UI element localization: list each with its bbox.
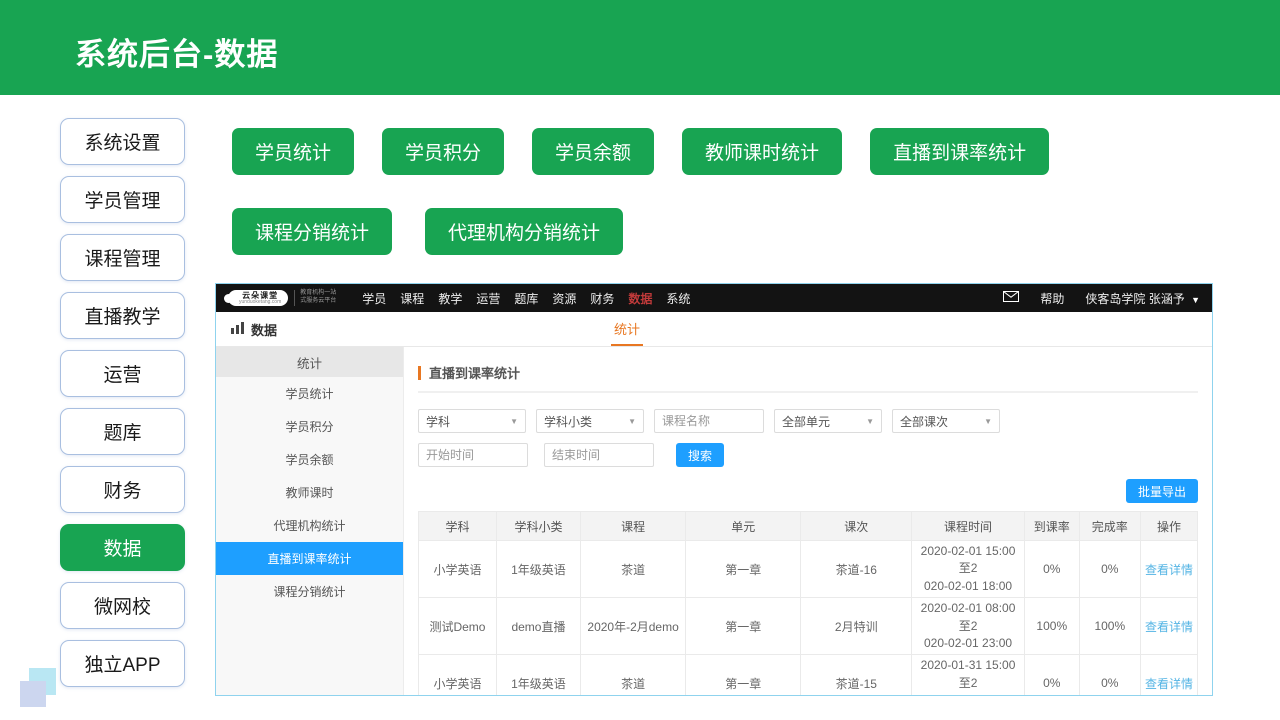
- sidebar-item-standalone-app[interactable]: 独立APP: [60, 640, 185, 687]
- export-row: 批量导出: [418, 479, 1198, 503]
- search-button[interactable]: 搜索: [676, 443, 724, 467]
- panel-nav-right: 帮助 侠客岛学院 张涵予 ▼: [1003, 290, 1200, 307]
- student-balance-button[interactable]: 学员余额: [532, 128, 654, 175]
- table-header-row: 学科 学科小类 课程 单元 课次 课程时间 到课率 完成率 操作: [419, 512, 1198, 541]
- chevron-down-icon: ▼: [1191, 295, 1200, 305]
- panel-top-nav: 云朵课堂 yunduoketang.com 教育机构一站 式服务云平台 学员 课…: [216, 284, 1212, 312]
- student-points-button[interactable]: 学员积分: [382, 128, 504, 175]
- subject-sub-select[interactable]: 学科小类▼: [536, 409, 644, 433]
- chevron-down-icon: ▼: [510, 417, 518, 426]
- sidebar-item-student-management[interactable]: 学员管理: [60, 176, 185, 223]
- live-attendance-stats-button[interactable]: 直播到课率统计: [870, 128, 1049, 175]
- cloud-logo-icon: 云朵课堂 yunduoketang.com: [228, 290, 288, 307]
- admin-panel: 云朵课堂 yunduoketang.com 教育机构一站 式服务云平台 学员 课…: [215, 283, 1213, 696]
- quick-buttons-row-1: 学员统计 学员积分 学员余额 教师课时统计 直播到课率统计: [232, 128, 1049, 175]
- sidebar-item-finance[interactable]: 财务: [60, 466, 185, 513]
- page-header: 系统后台-数据: [0, 0, 1280, 95]
- nav-finance[interactable]: 财务: [590, 290, 614, 307]
- help-link[interactable]: 帮助: [1040, 290, 1064, 307]
- panel-sidebar-header: 统计: [216, 347, 403, 377]
- chevron-down-icon: ▼: [984, 417, 992, 426]
- teacher-hours-stats-button[interactable]: 教师课时统计: [682, 128, 842, 175]
- tab-statistics[interactable]: 统计: [611, 312, 643, 346]
- logo-tagline: 教育机构一站 式服务云平台: [294, 290, 336, 306]
- side-teacher-hours[interactable]: 教师课时: [216, 476, 403, 509]
- side-course-distribution-stats[interactable]: 课程分销统计: [216, 575, 403, 608]
- logo[interactable]: 云朵课堂 yunduoketang.com 教育机构一站 式服务云平台: [228, 290, 336, 307]
- account-menu[interactable]: 侠客岛学院 张涵予 ▼: [1085, 290, 1200, 307]
- filter-row-2: 搜索: [418, 443, 1198, 467]
- chevron-down-icon: ▼: [628, 417, 636, 426]
- side-student-balance[interactable]: 学员余额: [216, 443, 403, 476]
- student-stats-button[interactable]: 学员统计: [232, 128, 354, 175]
- main-sidebar: 系统设置 学员管理 课程管理 直播教学 运营 题库 财务 数据 微网校 独立AP…: [60, 118, 185, 687]
- side-student-stats[interactable]: 学员统计: [216, 377, 403, 410]
- course-distribution-stats-button[interactable]: 课程分销统计: [232, 208, 392, 255]
- decor-square-lavender: [20, 681, 46, 707]
- sidebar-item-data[interactable]: 数据: [60, 524, 185, 571]
- side-live-attendance-stats[interactable]: 直播到课率统计: [216, 542, 403, 575]
- panel-subnav: 数据 统计: [216, 312, 1212, 347]
- panel-nav-items: 学员 课程 教学 运营 题库 资源 财务 数据 系统: [362, 290, 690, 307]
- course-name-input[interactable]: [654, 409, 764, 433]
- module-label: 数据: [230, 320, 277, 339]
- unit-select[interactable]: 全部单元▼: [774, 409, 882, 433]
- table-row: 小学英语 1年级英语 茶道 第一章 茶道-16 2020-02-01 15:00…: [419, 541, 1198, 598]
- nav-operations[interactable]: 运营: [476, 290, 500, 307]
- chevron-down-icon: ▼: [866, 417, 874, 426]
- attendance-table: 学科 学科小类 课程 单元 课次 课程时间 到课率 完成率 操作 小学英语 1年: [418, 511, 1198, 695]
- sidebar-item-operations[interactable]: 运营: [60, 350, 185, 397]
- content-title: 直播到课率统计: [418, 357, 1198, 393]
- sidebar-item-live-teaching[interactable]: 直播教学: [60, 292, 185, 339]
- nav-courses[interactable]: 课程: [400, 290, 424, 307]
- nav-system[interactable]: 系统: [666, 290, 690, 307]
- table-row: 测试Demo demo直播 2020年-2月demo 第一章 2月特训 2020…: [419, 598, 1198, 655]
- subject-select[interactable]: 学科▼: [418, 409, 526, 433]
- lesson-select[interactable]: 全部课次▼: [892, 409, 1000, 433]
- view-detail-link[interactable]: 查看详情: [1145, 563, 1193, 577]
- title-accent-bar: [418, 366, 421, 380]
- panel-content: 直播到课率统计 学科▼ 学科小类▼ 全部单元▼ 全部课次▼: [404, 347, 1212, 695]
- nav-students[interactable]: 学员: [362, 290, 386, 307]
- chart-icon: [230, 321, 245, 337]
- sidebar-item-question-bank[interactable]: 题库: [60, 408, 185, 455]
- sidebar-item-course-management[interactable]: 课程管理: [60, 234, 185, 281]
- nav-teaching[interactable]: 教学: [438, 290, 462, 307]
- view-detail-link[interactable]: 查看详情: [1145, 620, 1193, 634]
- view-detail-link[interactable]: 查看详情: [1145, 677, 1193, 691]
- table-row: 小学英语 1年级英语 茶道 第一章 茶道-15 2020-01-31 15:00…: [419, 655, 1198, 695]
- nav-question-bank[interactable]: 题库: [514, 290, 538, 307]
- end-time-input[interactable]: [544, 443, 654, 467]
- panel-sidebar: 统计 学员统计 学员积分 学员余额 教师课时 代理机构统计 直播到课率统计 课程…: [216, 347, 404, 695]
- quick-buttons-row-2: 课程分销统计 代理机构分销统计: [232, 208, 623, 255]
- agency-distribution-stats-button[interactable]: 代理机构分销统计: [425, 208, 623, 255]
- batch-export-button[interactable]: 批量导出: [1126, 479, 1198, 503]
- nav-resources[interactable]: 资源: [552, 290, 576, 307]
- sidebar-item-system-settings[interactable]: 系统设置: [60, 118, 185, 165]
- start-time-input[interactable]: [418, 443, 528, 467]
- filter-row-1: 学科▼ 学科小类▼ 全部单元▼ 全部课次▼: [418, 409, 1198, 433]
- message-envelope-icon[interactable]: [1003, 291, 1019, 305]
- side-agency-stats[interactable]: 代理机构统计: [216, 509, 403, 542]
- page-title: 系统后台-数据: [0, 0, 1280, 74]
- account-name: 侠客岛学院 张涵予: [1085, 292, 1184, 306]
- side-student-points[interactable]: 学员积分: [216, 410, 403, 443]
- sidebar-item-micro-school[interactable]: 微网校: [60, 582, 185, 629]
- nav-data[interactable]: 数据: [628, 290, 652, 307]
